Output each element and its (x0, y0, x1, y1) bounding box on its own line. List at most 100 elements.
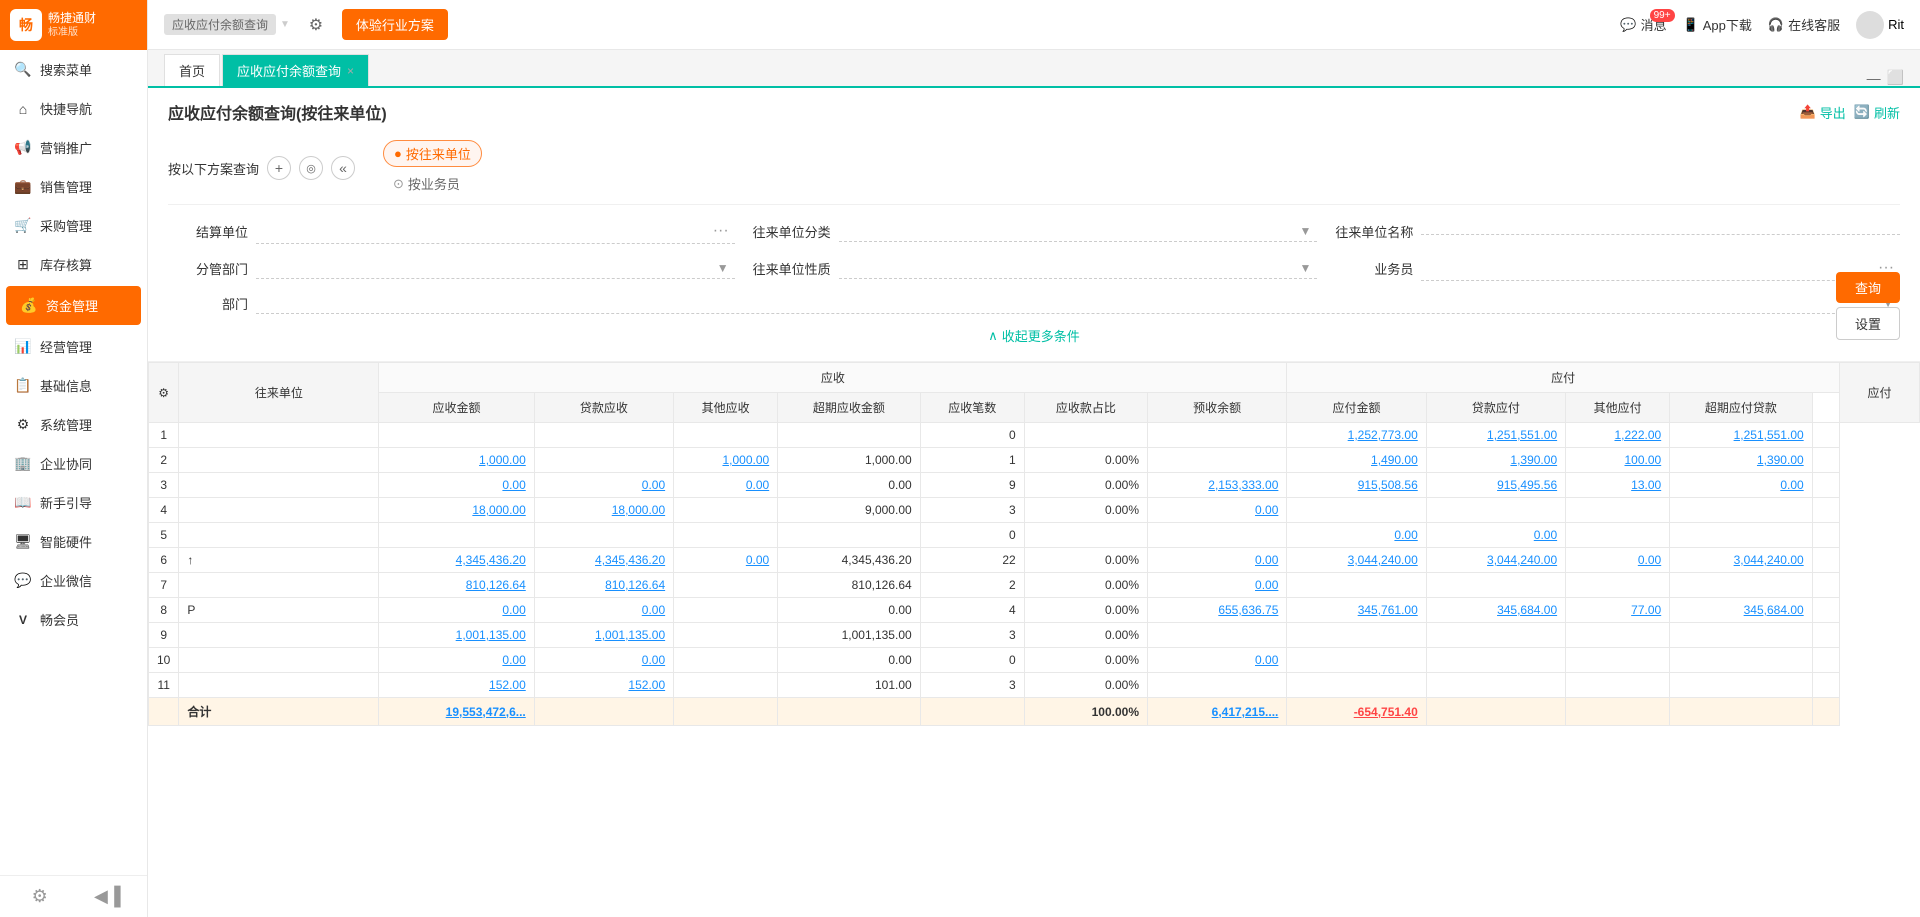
table-cell[interactable]: 0.00 (534, 648, 673, 673)
sidebar-item-smart-hw[interactable]: 🖥 智能硬件 (0, 522, 147, 561)
table-cell[interactable]: 915,508.56 (1287, 473, 1426, 498)
user-avatar[interactable]: Rit (1856, 11, 1904, 39)
table-cell[interactable]: 345,684.00 (1426, 598, 1565, 623)
sidebar-item-warehouse[interactable]: ⊞ 库存核算 (0, 245, 147, 284)
table-cell[interactable]: 152.00 (379, 673, 534, 698)
table-cell[interactable]: 3,044,240.00 (1670, 548, 1812, 573)
edit-scheme-button[interactable]: ◎ (299, 156, 323, 180)
tab-ar-ap[interactable]: 应收应付余额查询 × (222, 54, 369, 86)
table-cell[interactable]: 77.00 (1566, 598, 1670, 623)
sidebar-item-marketing[interactable]: 📢 营销推广 (0, 128, 147, 167)
tab-expand-icon[interactable]: ⬜ (1887, 69, 1904, 86)
table-cell[interactable]: 3,044,240.00 (1287, 548, 1426, 573)
table-cell[interactable]: 0.00 (1670, 473, 1812, 498)
table-cell[interactable]: 0.00 (674, 548, 778, 573)
table-cell[interactable]: 810,126.64 (534, 573, 673, 598)
table-cell[interactable]: 4,345,436.20 (379, 548, 534, 573)
table-cell[interactable]: 345,684.00 (1670, 598, 1812, 623)
table-cell[interactable]: 345,761.00 (1287, 598, 1426, 623)
sidebar-item-sales[interactable]: 💼 销售管理 (0, 167, 147, 206)
table-cell[interactable]: 2,153,333.00 (1148, 473, 1287, 498)
table-cell[interactable]: 3,044,240.00 (1426, 548, 1565, 573)
search-mode-salesperson[interactable]: ⊙ 按业务员 (383, 171, 482, 196)
refresh-button[interactable]: 🔄 刷新 (1854, 103, 1900, 122)
trial-button[interactable]: 体验行业方案 (342, 9, 448, 40)
table-cell[interactable]: 1,000.00 (674, 448, 778, 473)
collapse-scheme-button[interactable]: « (331, 156, 355, 180)
table-cell[interactable]: 0.00 (1148, 648, 1287, 673)
sidebar-item-enterprise-collab[interactable]: 🏢 企业协同 (0, 444, 147, 483)
col-settings[interactable]: ⚙ (149, 363, 179, 423)
table-cell[interactable]: 1,390.00 (1670, 448, 1812, 473)
table-cell[interactable]: 18,000.00 (379, 498, 534, 523)
table-cell[interactable]: 1,251,551.00 (1426, 423, 1565, 448)
sidebar-item-vip[interactable]: V 畅会员 (0, 600, 147, 639)
partner-name-input[interactable] (1421, 228, 1900, 235)
table-cell[interactable]: 0.00 (1148, 573, 1287, 598)
search-mode-partner[interactable]: ● 按往来单位 (383, 140, 482, 167)
table-cell[interactable]: 1,001,135.00 (379, 623, 534, 648)
sidebar-item-finance[interactable]: 💰 资金管理 (6, 286, 141, 325)
tab-home[interactable]: 首页 (164, 54, 220, 86)
sidebar-item-operations[interactable]: 📊 经营管理 (0, 327, 147, 366)
total-ar-amount[interactable]: 19,553,472,6... (379, 698, 534, 726)
table-cell[interactable]: 1,222.00 (1566, 423, 1670, 448)
sidebar-item-quick-nav[interactable]: ⌂ 快捷导航 (0, 89, 147, 128)
online-service-button[interactable]: 🎧 在线客服 (1768, 15, 1840, 34)
table-cell[interactable]: 0.00 (379, 473, 534, 498)
table-cell[interactable]: 0.00 (379, 648, 534, 673)
table-cell[interactable]: 1,000.00 (379, 448, 534, 473)
table-cell[interactable]: 0.00 (379, 598, 534, 623)
setting-button[interactable]: 设置 (1836, 307, 1900, 340)
salesperson-input[interactable]: ··· (1421, 256, 1900, 281)
settings-gear-icon[interactable]: ⚙ (302, 11, 330, 39)
table-cell[interactable]: 1,490.00 (1287, 448, 1426, 473)
sidebar-item-system[interactable]: ⚙ 系统管理 (0, 405, 147, 444)
sidebar-item-basic-info[interactable]: 📋 基础信息 (0, 366, 147, 405)
tab-minimize-icon[interactable]: — (1867, 70, 1881, 86)
total-ap-amount[interactable]: -654,751.40 (1287, 698, 1426, 726)
tab-close-icon[interactable]: × (347, 64, 354, 78)
message-icon: 💬 (1620, 17, 1636, 33)
table-cell[interactable]: 655,636.75 (1148, 598, 1287, 623)
settlement-unit-input[interactable]: ··· (256, 219, 735, 244)
table-cell[interactable]: 18,000.00 (534, 498, 673, 523)
table-cell[interactable]: 1,390.00 (1426, 448, 1565, 473)
sidebar-item-wechat[interactable]: 💬 企业微信 (0, 561, 147, 600)
table-cell[interactable]: 0.00 (534, 473, 673, 498)
table-cell[interactable]: 0.00 (1148, 548, 1287, 573)
page-title: 应收应付余额查询(按往来单位) (168, 100, 387, 124)
table-cell[interactable]: 152.00 (534, 673, 673, 698)
total-advance[interactable]: 6,417,215.... (1148, 698, 1287, 726)
table-cell[interactable]: 13.00 (1566, 473, 1670, 498)
table-cell[interactable]: 0.00 (674, 473, 778, 498)
sidebar-item-beginner[interactable]: 📖 新手引导 (0, 483, 147, 522)
department-input[interactable]: ▼ (256, 293, 1900, 314)
app-download-button[interactable]: 📱 App下载 (1683, 15, 1752, 34)
messages-button[interactable]: 💬 消息 99+ (1620, 15, 1666, 34)
sidebar-collapse-btn[interactable]: ◀▐ (78, 886, 138, 907)
table-cell[interactable]: 915,495.56 (1426, 473, 1565, 498)
table-cell[interactable]: 100.00 (1566, 448, 1670, 473)
query-button[interactable]: 查询 (1836, 272, 1900, 303)
table-cell[interactable]: 1,251,551.00 (1670, 423, 1812, 448)
table-cell[interactable]: 0.00 (1426, 523, 1565, 548)
collapse-button[interactable]: ∧ 收起更多条件 (988, 326, 1080, 345)
table-cell[interactable]: 810,126.64 (379, 573, 534, 598)
division-input[interactable]: ▼ (256, 258, 735, 279)
more-icon[interactable]: ··· (713, 222, 729, 240)
table-cell[interactable]: 1,252,773.00 (1287, 423, 1426, 448)
sidebar-item-purchase[interactable]: 🛒 采购管理 (0, 206, 147, 245)
partner-category-input[interactable]: ▼ (839, 221, 1318, 242)
table-cell[interactable]: 0.00 (534, 598, 673, 623)
add-scheme-button[interactable]: + (267, 156, 291, 180)
table-cell[interactable]: 0.00 (1148, 498, 1287, 523)
table-cell[interactable]: 0.00 (1566, 548, 1670, 573)
table-cell[interactable]: 1,001,135.00 (534, 623, 673, 648)
export-button[interactable]: 📤 导出 (1800, 103, 1846, 122)
table-cell[interactable]: 4,345,436.20 (534, 548, 673, 573)
sidebar-settings-btn[interactable]: ⚙ (10, 886, 70, 907)
partner-nature-input[interactable]: ▼ (839, 258, 1318, 279)
sidebar-item-search-menu[interactable]: 🔍 搜索菜单 (0, 50, 147, 89)
table-cell[interactable]: 0.00 (1287, 523, 1426, 548)
